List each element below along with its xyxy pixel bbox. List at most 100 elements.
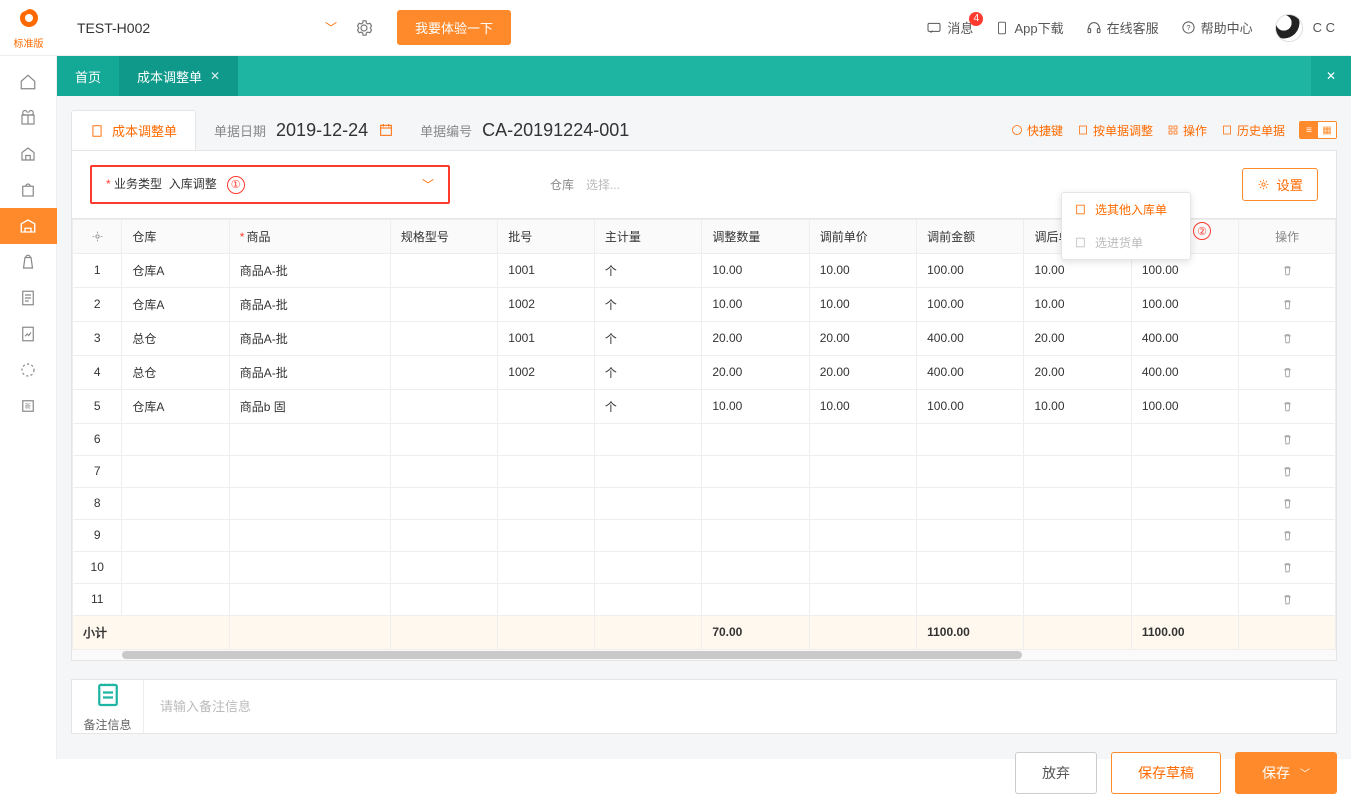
user-name: C C [1313,20,1335,35]
top-header: 标准版 TEST-H002 ﹀ 我要体验一下 消息 4 App下载 在线客服 ?… [0,0,1351,56]
head-actions: 快捷键 按单据调整 操作 历史单据 ≡ ▦ [1011,121,1337,139]
tab-home[interactable]: 首页 [57,56,119,96]
tab-cost-adjust[interactable]: 成本调整单 ✕ [119,56,238,96]
subtotal-qty: 70.00 [702,615,809,649]
chevron-down-icon: ﹀ [325,19,337,36]
table-row[interactable]: 10 [73,551,1336,583]
dropdown-item-other-inbound[interactable]: 选其他入库单 [1062,193,1190,226]
sidebar-item-sync[interactable] [0,352,57,388]
table-row[interactable]: 6 [73,423,1336,455]
col-qty[interactable]: 调整数量 [702,219,809,253]
delete-row-button[interactable] [1281,263,1294,277]
sidebar-item-new[interactable]: 新 [0,388,57,424]
table-row[interactable]: 2仓库A商品A-批1002个10.0010.00100.0010.00100.0… [73,287,1336,321]
trash-icon [1281,433,1294,446]
sidebar-item-report[interactable] [0,316,57,352]
table-row[interactable]: 3总仓商品A-批1001个20.0020.00400.0020.00400.00 [73,321,1336,355]
sidebar-item-doc[interactable] [0,280,57,316]
brand-logo-icon [15,5,43,33]
horizontal-scrollbar[interactable] [72,650,1336,660]
table-row[interactable]: 7 [73,455,1336,487]
grid-view-icon: ▦ [1318,122,1336,138]
data-table: 仓库 *商品 规格型号 批号 主计量 调整数量 调前单价 调前金额 调后单价 调… [71,219,1337,661]
messages-button[interactable]: 消息 4 [926,18,973,37]
trash-icon [1281,298,1294,311]
doc-in-icon [1074,203,1087,216]
grid-icon [1167,124,1179,136]
col-pre-price[interactable]: 调前单价 [809,219,916,253]
sidebar: 新 [0,56,57,759]
sidebar-item-bag[interactable] [0,172,57,208]
shortcut-button[interactable]: 快捷键 [1011,122,1063,139]
sidebar-item-house[interactable] [0,136,57,172]
doc-no-label: 单据编号 [420,121,472,140]
delete-row-button[interactable] [1281,365,1294,379]
shop-selector-value: TEST-H002 [77,20,150,36]
headset-icon [1086,20,1102,36]
doc-date-label: 单据日期 [214,121,266,140]
by-bill-adjust-button[interactable]: 按单据调整 [1077,122,1153,139]
table-row[interactable]: 4总仓商品A-批1002个20.0020.00400.0020.00400.00 [73,355,1336,389]
annotation-2: ② [1193,222,1211,240]
avatar[interactable] [1275,14,1303,42]
table-row[interactable]: 8 [73,487,1336,519]
delete-row-button[interactable] [1281,496,1294,510]
shop-settings-button[interactable] [355,19,373,37]
trash-icon [1281,593,1294,606]
delete-row-button[interactable] [1281,432,1294,446]
doc-tab[interactable]: 成本调整单 [71,110,196,150]
table-row[interactable]: 9 [73,519,1336,551]
col-pre-amount[interactable]: 调前金额 [917,219,1024,253]
col-spec[interactable]: 规格型号 [390,219,497,253]
delete-row-button[interactable] [1281,592,1294,606]
doc-date-value[interactable]: 2019-12-24 [276,120,368,141]
view-toggle[interactable]: ≡ ▦ [1299,121,1337,139]
settings-button[interactable]: 设置 [1242,168,1318,201]
discard-button[interactable]: 放弃 [1015,752,1097,794]
trash-icon [1281,497,1294,510]
help-center-button[interactable]: ? 帮助中心 [1181,18,1253,37]
sidebar-item-home[interactable] [0,64,57,100]
app-download-button[interactable]: App下载 [995,18,1063,37]
table-row[interactable]: 11 [73,583,1336,615]
trash-icon [1281,366,1294,379]
col-unit[interactable]: 主计量 [594,219,701,253]
remark-input[interactable] [144,680,1336,733]
delete-row-button[interactable] [1281,528,1294,542]
delete-row-button[interactable] [1281,331,1294,345]
history-button[interactable]: 历史单据 [1221,122,1285,139]
col-settings-button[interactable] [73,219,122,253]
operate-button[interactable]: 操作 [1167,122,1207,139]
sidebar-item-money[interactable] [0,244,57,280]
try-experience-button[interactable]: 我要体验一下 [397,10,511,45]
delete-row-button[interactable] [1281,399,1294,413]
shop-selector[interactable]: TEST-H002 ﹀ [77,12,337,44]
save-button[interactable]: 保存 ﹀ [1235,752,1337,794]
calendar-icon[interactable] [378,122,394,138]
close-all-tabs-button[interactable]: ✕ [1311,56,1351,96]
list-view-icon: ≡ [1300,122,1318,138]
warehouse-select[interactable]: 选择... [586,176,620,193]
subtotal-pre-amount: 1100.00 [917,615,1024,649]
help-icon: ? [1181,20,1196,35]
annotation-1: ① [227,176,245,194]
col-batch[interactable]: 批号 [498,219,595,253]
col-warehouse[interactable]: 仓库 [122,219,229,253]
delete-row-button[interactable] [1281,297,1294,311]
footer-actions: 放弃 保存草稿 保存 ﹀ [71,752,1337,794]
delete-row-button[interactable] [1281,464,1294,478]
phone-icon [995,20,1009,36]
close-icon[interactable]: ✕ [210,69,220,83]
delete-row-button[interactable] [1281,560,1294,574]
sidebar-item-gift[interactable] [0,100,57,136]
logo: 标准版 [0,0,57,56]
subtotal-row: 小计 70.00 1100.00 1100.00 [73,615,1336,649]
online-support-button[interactable]: 在线客服 [1086,18,1159,37]
table-row[interactable]: 5仓库A商品b 固个10.0010.00100.0010.00100.00 [73,389,1336,423]
col-product[interactable]: *商品 [229,219,390,253]
sidebar-item-warehouse[interactable] [0,208,57,244]
subtotal-post-amount: 1100.00 [1131,615,1238,649]
tab-strip: 首页 成本调整单 ✕ ✕ [57,56,1351,96]
business-type-select[interactable]: * 业务类型 入库调整 ① ﹀ [90,165,450,204]
save-draft-button[interactable]: 保存草稿 [1111,752,1221,794]
